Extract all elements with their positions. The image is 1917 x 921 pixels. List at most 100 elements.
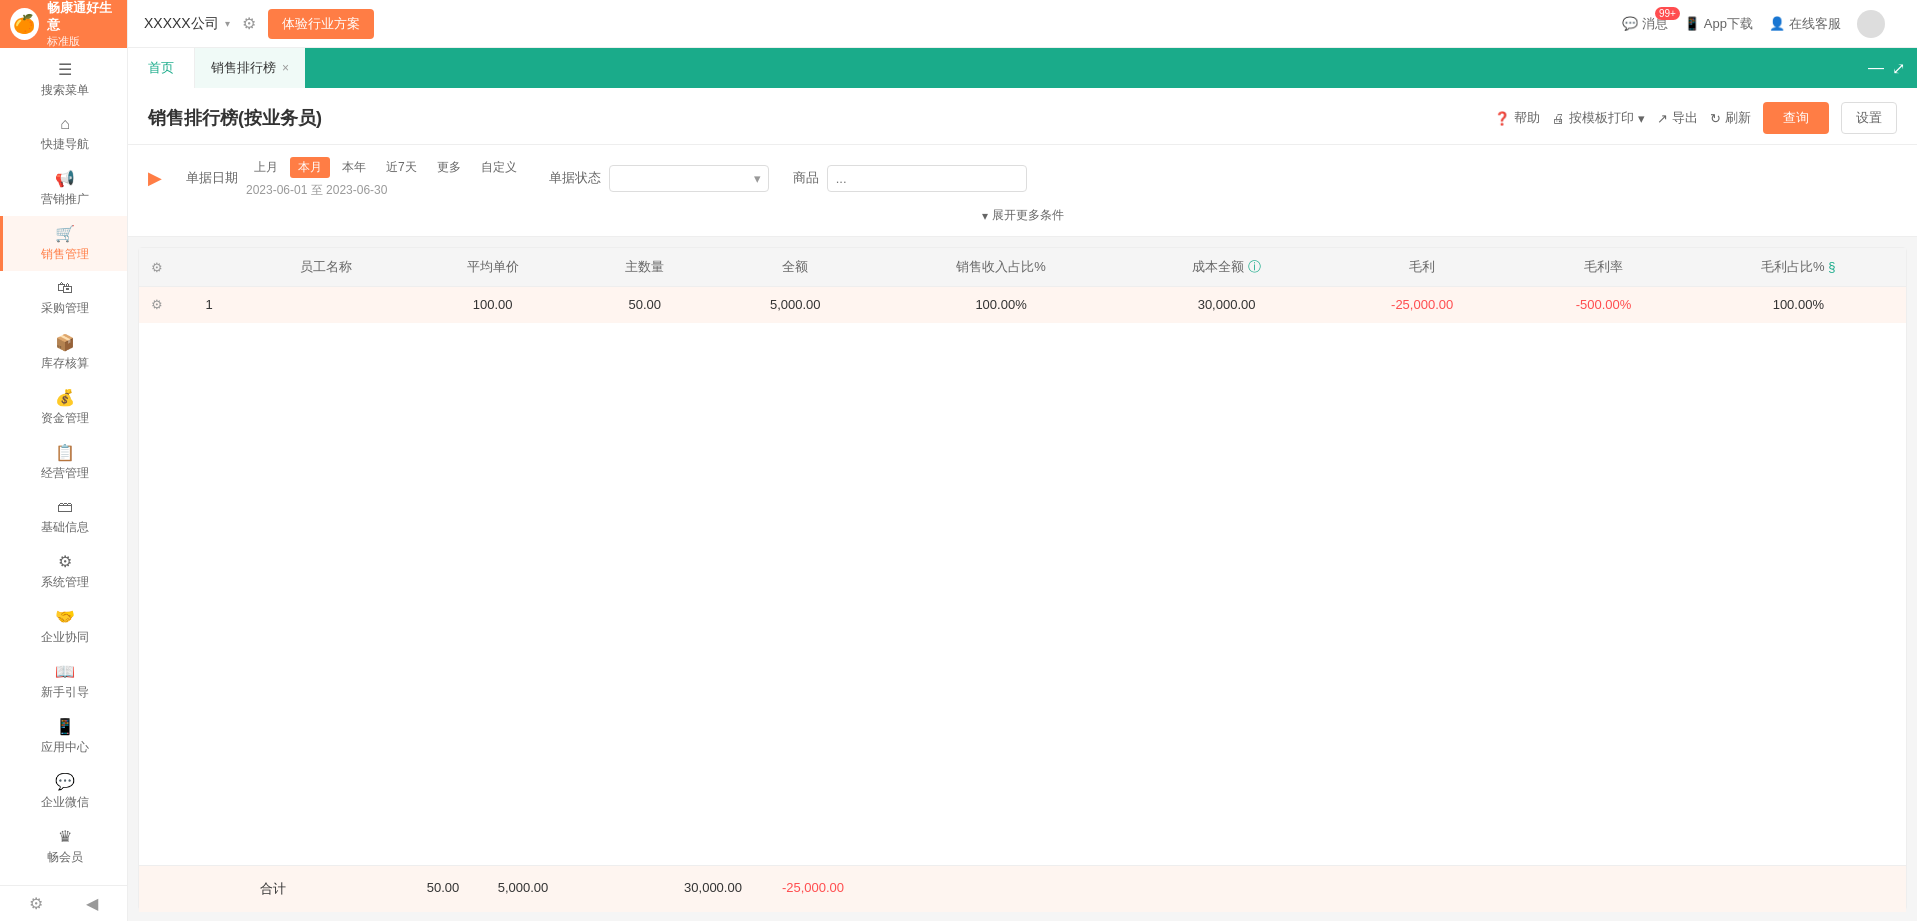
- sidebar-label-enterprise: 企业协同: [41, 629, 89, 646]
- col-rank: [175, 248, 243, 287]
- sidebar-item-guide[interactable]: 📖 新手引导: [0, 654, 127, 709]
- footer-quantity: 50.00: [403, 876, 483, 902]
- sidebar-label-quick-nav: 快捷导航: [41, 136, 89, 153]
- row-avg-price: 100.00: [410, 287, 576, 323]
- sidebar-icon-finance: 💰: [55, 388, 75, 407]
- help-btn[interactable]: ❓ 帮助: [1494, 109, 1540, 127]
- sidebar-item-marketing[interactable]: 📢 营销推广: [0, 161, 127, 216]
- col-sales-pct: 销售收入占比%: [877, 248, 1125, 287]
- service-label: 在线客服: [1789, 15, 1841, 33]
- goods-input[interactable]: [827, 165, 1027, 192]
- expand-more-row: ▾ 展开更多条件: [148, 207, 1897, 224]
- sidebar-label-basic-info: 基础信息: [41, 519, 89, 536]
- sidebar-item-operations[interactable]: 📋 经营管理: [0, 435, 127, 490]
- company-selector[interactable]: XXXXX公司 ▾: [144, 15, 230, 33]
- data-table: ⚙ 员工名称 平均单价 主数量 全额 销售收入占比% 成本全额 ⓘ 毛利 毛利率…: [139, 248, 1906, 323]
- date-opt-this-month[interactable]: 本月: [290, 157, 330, 178]
- footer-settings-icon[interactable]: ⚙: [29, 894, 43, 913]
- topbar-settings-icon[interactable]: ⚙: [242, 14, 256, 33]
- filter-date-label: 单据日期: [186, 169, 238, 187]
- sidebar-icon-search-order: ☰: [58, 60, 72, 79]
- topbar-right: 💬 消息 99+ 📱 App下载 👤 在线客服: [1622, 10, 1901, 38]
- app-label: App下载: [1704, 15, 1753, 33]
- sidebar-item-purchase-mgmt[interactable]: 🛍 采购管理: [0, 271, 127, 325]
- date-range: 2023-06-01 至 2023-06-30: [246, 182, 525, 199]
- row-rank: 1: [175, 287, 243, 323]
- refresh-btn[interactable]: ↻ 刷新: [1710, 109, 1751, 127]
- tab-close-icon[interactable]: ×: [282, 61, 289, 75]
- sidebar-item-member[interactable]: ♛ 畅会员: [0, 819, 127, 874]
- sidebar-icon-guide: 📖: [55, 662, 75, 681]
- sidebar-label-finance: 资金管理: [41, 410, 89, 427]
- avatar[interactable]: [1857, 10, 1885, 38]
- sidebar-item-search-order[interactable]: ☰ 搜索菜单: [0, 52, 127, 107]
- page-title: 销售排行榜(按业务员): [148, 106, 322, 130]
- profit-pct-info-icon[interactable]: §: [1828, 259, 1835, 274]
- tab-maximize-icon[interactable]: ⤢: [1892, 59, 1905, 78]
- main-area: XXXXX公司 ▾ ⚙ 体验行业方案 💬 消息 99+ 📱 App下载 👤 在线…: [128, 0, 1917, 921]
- sidebar-item-app-center[interactable]: 📱 应用中心: [0, 709, 127, 764]
- tab-minimize-icon[interactable]: —: [1868, 59, 1884, 77]
- filter-status: 单据状态: [549, 165, 769, 192]
- sidebar-item-wechat[interactable]: 💬 企业微信: [0, 764, 127, 819]
- tab-home[interactable]: 首页: [128, 48, 194, 88]
- settings-btn[interactable]: 设置: [1841, 102, 1897, 134]
- expand-more-btn[interactable]: ▾ 展开更多条件: [982, 207, 1064, 224]
- date-opt-more[interactable]: 更多: [429, 157, 469, 178]
- sidebar-item-sales-mgmt[interactable]: 🛒 销售管理: [0, 216, 127, 271]
- row-settings[interactable]: ⚙: [139, 287, 175, 323]
- table-area: ⚙ 员工名称 平均单价 主数量 全额 销售收入占比% 成本全额 ⓘ 毛利 毛利率…: [138, 247, 1907, 911]
- date-opt-last-7[interactable]: 近7天: [378, 157, 425, 178]
- query-btn[interactable]: 查询: [1763, 102, 1829, 134]
- date-opt-custom[interactable]: 自定义: [473, 157, 525, 178]
- sidebar-label-search-order: 搜索菜单: [41, 82, 89, 99]
- tab-home-label: 首页: [148, 59, 174, 77]
- col-gross-margin: 毛利率: [1516, 248, 1690, 287]
- sidebar-icon-operations: 📋: [55, 443, 75, 462]
- logo-sub: 标准版: [47, 34, 117, 48]
- row-sales-pct: 100.00%: [877, 287, 1125, 323]
- footer-gross-profit: -25,000.00: [763, 876, 863, 902]
- sidebar-item-enterprise[interactable]: 🤝 企业协同: [0, 599, 127, 654]
- footer-gross-margin: [863, 876, 943, 902]
- sidebar: 🍊 畅康通好生意 标准版 ☰ 搜索菜单 ⌂ 快捷导航 📢 营销推广 🛒 销售管理…: [0, 0, 128, 921]
- app-download-btn[interactable]: 📱 App下载: [1684, 15, 1753, 33]
- filter-area: ▶ 单据日期 上月 本月 本年 近7天 更多 自定义 2023-06-01: [128, 145, 1917, 237]
- status-select[interactable]: [609, 165, 769, 192]
- sidebar-icon-member: ♛: [58, 827, 72, 846]
- content-area: 销售排行榜(按业务员) ❓ 帮助 🖨 按模板打印 ▾ ↗ 导出 ↻ 刷新: [128, 88, 1917, 921]
- col-settings[interactable]: ⚙: [139, 248, 175, 287]
- sidebar-item-basic-info[interactable]: 🗃 基础信息: [0, 490, 127, 544]
- footer-profit-pct: [943, 876, 1023, 902]
- industry-btn[interactable]: 体验行业方案: [268, 9, 374, 39]
- tabbar: 首页 销售排行榜 × — ⤢: [128, 48, 1917, 88]
- footer-collapse-icon[interactable]: ◀: [86, 894, 98, 913]
- logo-main: 畅康通好生意: [47, 0, 117, 34]
- sidebar-item-finance[interactable]: 💰 资金管理: [0, 380, 127, 435]
- page-actions: ❓ 帮助 🖨 按模板打印 ▾ ↗ 导出 ↻ 刷新 查询 设置: [1494, 102, 1897, 134]
- filter-date-options: 上月 本月 本年 近7天 更多 自定义: [246, 157, 525, 178]
- filter-goods-label: 商品: [793, 169, 819, 187]
- filter-collapse-icon[interactable]: ▶: [148, 167, 162, 189]
- sidebar-icon-sys-mgmt: ⚙: [58, 552, 72, 571]
- tab-sales-rank[interactable]: 销售排行榜 ×: [194, 48, 305, 88]
- sidebar-item-quick-nav[interactable]: ⌂ 快捷导航: [0, 107, 127, 161]
- msg-btn[interactable]: 💬 消息 99+: [1622, 15, 1668, 33]
- sidebar-label-guide: 新手引导: [41, 684, 89, 701]
- date-opt-this-year[interactable]: 本年: [334, 157, 374, 178]
- print-btn[interactable]: 🖨 按模板打印 ▾: [1552, 109, 1645, 127]
- cost-info-icon[interactable]: ⓘ: [1248, 259, 1261, 274]
- footer-cost-amount: 30,000.00: [663, 876, 763, 902]
- service-btn[interactable]: 👤 在线客服: [1769, 15, 1841, 33]
- sidebar-item-sys-mgmt[interactable]: ⚙ 系统管理: [0, 544, 127, 599]
- sidebar-label-purchase-mgmt: 采购管理: [41, 300, 89, 317]
- sidebar-label-sales-mgmt: 销售管理: [41, 246, 89, 263]
- table-footer: 合计 50.00 5,000.00 30,000.00 -25,000.00: [139, 865, 1906, 912]
- sidebar-icon-enterprise: 🤝: [55, 607, 75, 626]
- date-opt-last-month[interactable]: 上月: [246, 157, 286, 178]
- sidebar-item-inventory[interactable]: 📦 库存核算: [0, 325, 127, 380]
- export-btn[interactable]: ↗ 导出: [1657, 109, 1698, 127]
- sidebar-icon-inventory: 📦: [55, 333, 75, 352]
- company-arrow-icon: ▾: [225, 18, 230, 29]
- refresh-icon: ↻: [1710, 111, 1721, 126]
